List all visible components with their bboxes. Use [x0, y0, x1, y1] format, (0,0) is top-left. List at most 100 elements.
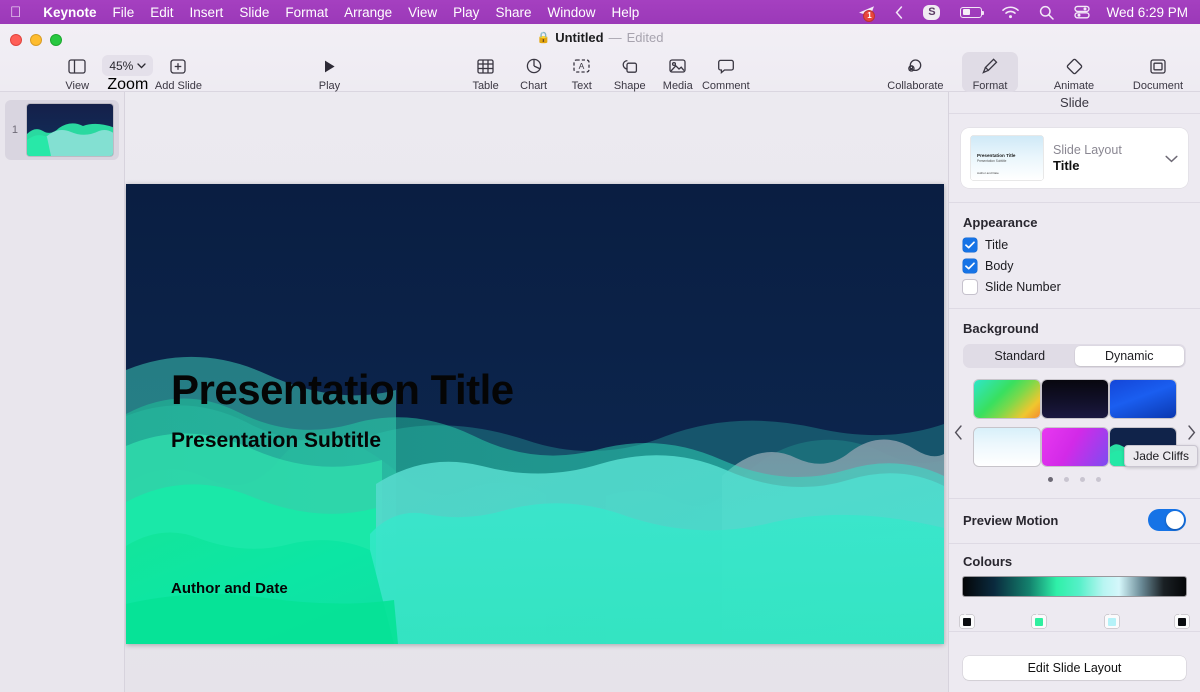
swatch-blue-wave[interactable]: [1109, 380, 1176, 418]
view-label: View: [65, 80, 90, 92]
search-icon[interactable]: [1029, 0, 1064, 24]
colour-stop-1[interactable]: [960, 597, 975, 628]
menu-item-file[interactable]: File: [105, 5, 143, 20]
appearance-option-slide-number[interactable]: Slide Number: [963, 280, 1186, 294]
slide-title[interactable]: Presentation Title: [171, 366, 514, 414]
appearance-option-title[interactable]: Title: [963, 238, 1186, 252]
media-button[interactable]: Media: [654, 52, 702, 92]
document-title[interactable]: 🔒 Untitled — Edited: [0, 30, 1200, 45]
chevron-right-icon[interactable]: [1184, 425, 1198, 445]
swatch-soft-white-clouds[interactable]: [973, 428, 1040, 466]
background-type-segmented-control[interactable]: Standard Dynamic: [963, 344, 1186, 368]
edit-slide-layout-button[interactable]: Edit Slide Layout: [963, 656, 1186, 680]
title-dash: —: [608, 30, 622, 45]
chart-icon: [526, 55, 542, 77]
slide-subtitle[interactable]: Presentation Subtitle: [171, 429, 381, 453]
shape-icon: [622, 55, 638, 77]
slide-navigator[interactable]: 1: [0, 92, 125, 692]
slide-layout-key: Slide Layout: [1053, 143, 1122, 157]
menu-item-edit[interactable]: Edit: [142, 5, 181, 20]
slide-canvas[interactable]: Presentation Title Presentation Subtitle…: [125, 92, 948, 692]
swatch-rainbow-gradient[interactable]: [973, 380, 1040, 418]
format-label: Format: [972, 80, 1008, 92]
toolbar: View 45% Zoom Add Slide Play Table Chart…: [0, 48, 948, 94]
segment-dynamic[interactable]: Dynamic: [1074, 346, 1184, 366]
title-checkbox[interactable]: [963, 238, 977, 252]
menu-item-slide[interactable]: Slide: [231, 5, 277, 20]
shape-button[interactable]: Shape: [606, 52, 654, 92]
colour-stop-2[interactable]: [1031, 597, 1046, 628]
swatch-magenta-violet[interactable]: [1041, 428, 1108, 466]
animate-diamond-icon: [1066, 55, 1083, 77]
slide-author[interactable]: Author and Date: [171, 580, 288, 597]
view-button[interactable]: View: [53, 52, 101, 92]
layout-thumb-author: Author and Date: [977, 171, 999, 175]
text-box-icon: A: [573, 55, 590, 77]
slide-surface[interactable]: Presentation Title Presentation Subtitle…: [126, 184, 944, 644]
slide-thumbnail[interactable]: [26, 104, 113, 156]
slide-layout-card[interactable]: Presentation Title Presentation Subtitle…: [961, 128, 1188, 188]
chevron-left-icon[interactable]: [885, 0, 913, 24]
chevron-down-icon[interactable]: [1165, 151, 1178, 166]
control-center-icon[interactable]: [1064, 0, 1100, 24]
appearance-option-body[interactable]: Body: [963, 259, 1186, 273]
colours-gradient-bar[interactable]: [963, 577, 1186, 596]
preview-motion-row[interactable]: Preview Motion: [963, 509, 1186, 531]
colours-section: Colours: [949, 544, 1200, 628]
menu-item-play[interactable]: Play: [445, 5, 487, 20]
menu-item-keynote[interactable]: Keynote: [35, 5, 104, 20]
colour-stop-4[interactable]: [1174, 597, 1189, 628]
swatch-page-dots[interactable]: [965, 477, 1184, 482]
slide-layout-thumbnail: Presentation Title Presentation Subtitle…: [971, 136, 1043, 180]
table-button[interactable]: Table: [462, 52, 510, 92]
comment-button[interactable]: Comment: [702, 52, 750, 92]
document-button[interactable]: Document: [1130, 52, 1186, 92]
layout-thumb-title: Presentation Title: [977, 153, 1016, 158]
comment-icon: [717, 55, 734, 77]
menu-item-insert[interactable]: Insert: [182, 5, 232, 20]
menu-item-format[interactable]: Format: [277, 5, 336, 20]
segment-standard[interactable]: Standard: [965, 346, 1075, 366]
menu-item-arrange[interactable]: Arrange: [336, 5, 400, 20]
slide-navigator-item-1[interactable]: 1: [5, 100, 119, 160]
text-button[interactable]: A Text: [558, 52, 606, 92]
menu-item-view[interactable]: View: [400, 5, 445, 20]
background-swatch-picker: Jade Cliffs: [949, 380, 1200, 482]
play-label: Play: [318, 80, 341, 92]
menu-bar-clock[interactable]: Wed 6:29 PM: [1100, 5, 1192, 20]
apple-logo-icon[interactable]: : [10, 5, 21, 20]
chart-button[interactable]: Chart: [510, 52, 558, 92]
page-dot-2[interactable]: [1064, 477, 1069, 482]
lock-icon: 🔒: [536, 32, 551, 44]
telegram-icon[interactable]: 1: [848, 0, 885, 24]
page-dot-1[interactable]: [1048, 477, 1053, 482]
zoom-control[interactable]: 45% Zoom: [101, 52, 154, 94]
text-label: Text: [571, 80, 592, 92]
battery-icon[interactable]: [950, 0, 992, 24]
page-dot-3[interactable]: [1080, 477, 1085, 482]
toolbar-inspector-group: Format Animate Document: [948, 48, 1200, 92]
background-section: Background Standard Dynamic: [949, 309, 1200, 368]
animate-button[interactable]: Animate: [1046, 52, 1102, 92]
add-slide-button[interactable]: Add Slide: [154, 52, 202, 92]
body-checkbox[interactable]: [963, 259, 977, 273]
menu-item-window[interactable]: Window: [539, 5, 603, 20]
page-dot-4[interactable]: [1096, 477, 1101, 482]
menu-item-share[interactable]: Share: [487, 5, 539, 20]
preview-motion-toggle[interactable]: [1148, 509, 1186, 531]
slide-layout-meta: Slide Layout Title: [1053, 143, 1155, 173]
chevron-left-icon[interactable]: [951, 425, 965, 445]
play-button[interactable]: Play: [305, 52, 353, 92]
format-button[interactable]: Format: [962, 52, 1018, 92]
collaborate-button[interactable]: Collaborate: [883, 52, 948, 92]
layout-thumb-subtitle: Presentation Subtitle: [977, 159, 1007, 163]
slide-number-checkbox[interactable]: [963, 280, 977, 294]
swatch-dark-night[interactable]: [1041, 380, 1108, 418]
spotify-icon[interactable]: S: [913, 0, 950, 24]
menu-item-help[interactable]: Help: [603, 5, 647, 20]
sidebar-icon: [68, 55, 86, 77]
swatch-tooltip: Jade Cliffs: [1124, 445, 1198, 467]
wifi-icon[interactable]: [992, 0, 1029, 24]
colour-stop-3[interactable]: [1105, 597, 1120, 628]
body-checkbox-label: Body: [985, 259, 1014, 273]
